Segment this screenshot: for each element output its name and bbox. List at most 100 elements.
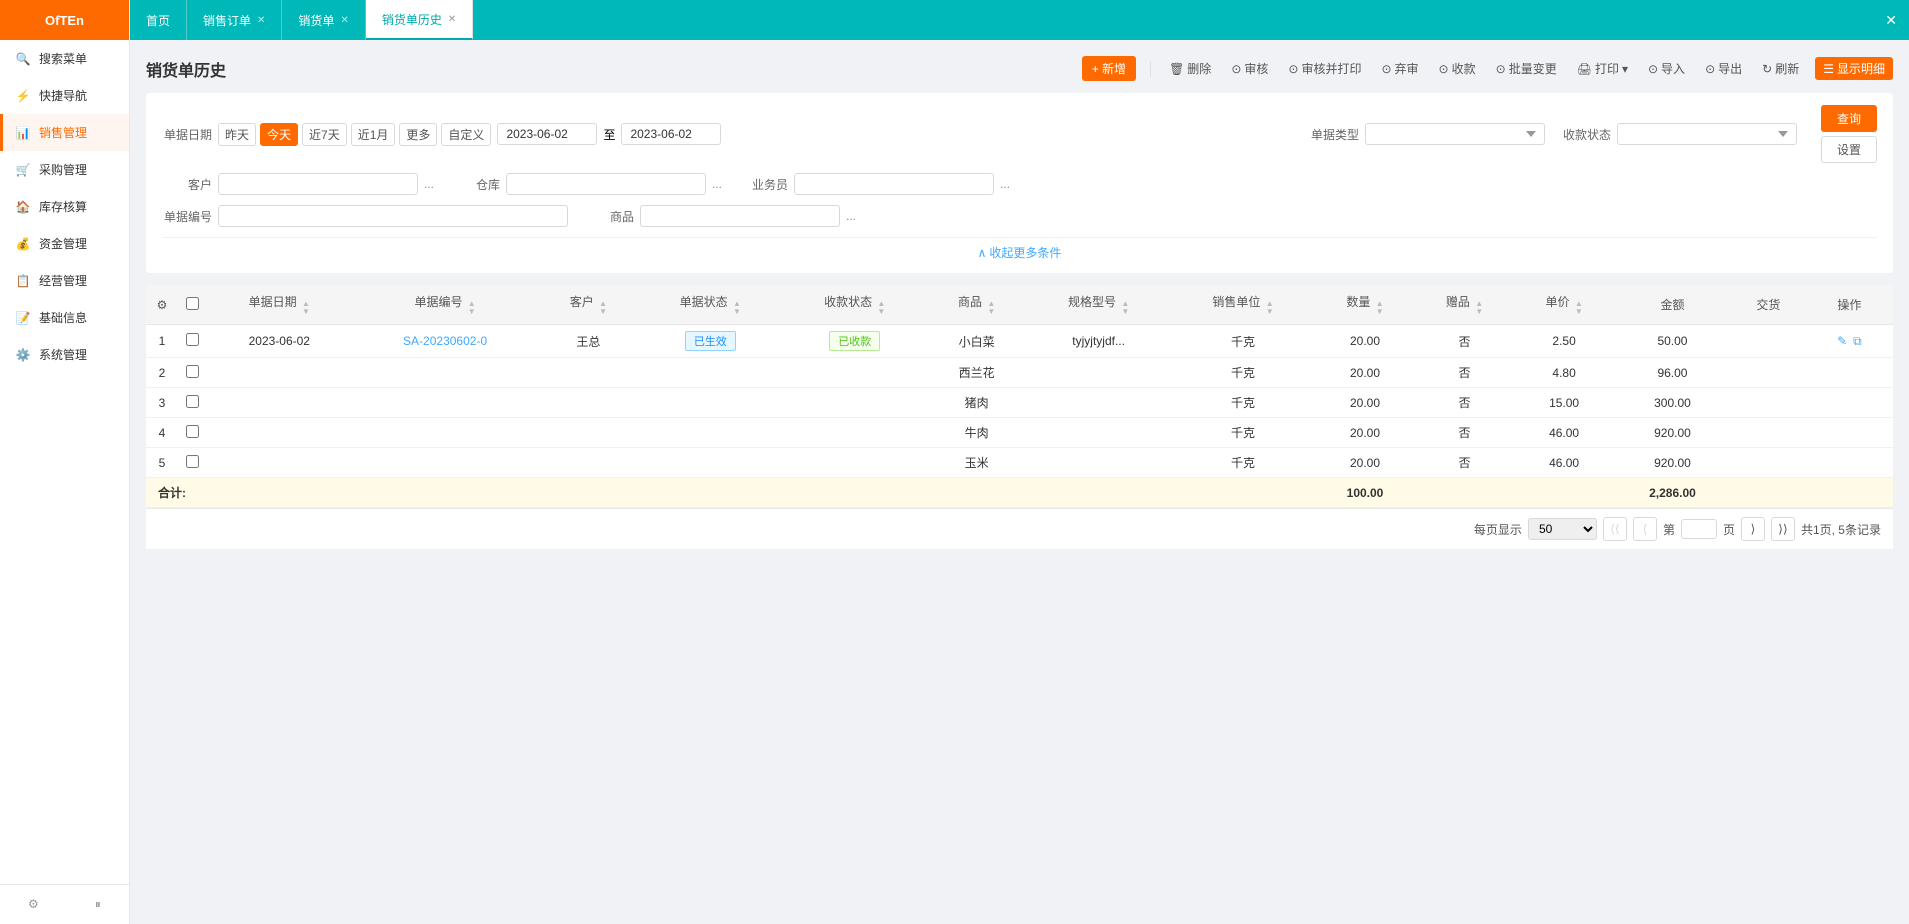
audit-button[interactable]: ⊙ 审核 xyxy=(1227,58,1272,79)
filter-goods-input[interactable] xyxy=(640,205,840,227)
import-button[interactable]: ⊙ 导入 xyxy=(1644,58,1689,79)
sidebar-item-quicknav[interactable]: ⚡ 快捷导航 xyxy=(0,77,129,114)
pagination-last-btn[interactable]: ⟩⟩ xyxy=(1771,517,1795,541)
filter-staff-input[interactable] xyxy=(794,173,994,195)
tab-sales-delivery[interactable]: 销货单 ✕ xyxy=(282,0,365,40)
table-col-unit[interactable]: 销售单位 ▲▼ xyxy=(1171,285,1315,325)
tab-close-sales-order[interactable]: ✕ xyxy=(257,15,265,26)
sidebar-item-search[interactable]: 🔍 搜索菜单 xyxy=(0,40,129,77)
filter-docno-label: 单据编号 xyxy=(162,208,212,225)
filter-staff-ellipsis[interactable]: ... xyxy=(1000,177,1010,191)
table-col-collectstatus[interactable]: 收款状态 ▲▼ xyxy=(783,285,927,325)
sidebar-item-sales[interactable]: 📊 销售管理 xyxy=(0,114,129,151)
table-body: 12023-06-02SA-20230602-0王总已生效已收款小白菜tyjyj… xyxy=(146,325,1893,478)
pagination-prev-btn[interactable]: ⟨ xyxy=(1633,517,1657,541)
query-button[interactable]: 查询 xyxy=(1821,105,1877,132)
filter-customer-input[interactable] xyxy=(218,173,418,195)
table-col-date[interactable]: 单据日期 ▲▼ xyxy=(207,285,352,325)
abandon-button[interactable]: ⊙ 弃审 xyxy=(1377,58,1422,79)
sort-icon-docstatus: ▲▼ xyxy=(733,300,741,316)
filter-customer-ellipsis[interactable]: ... xyxy=(424,177,434,191)
sidebar-item-finance[interactable]: 💰 资金管理 xyxy=(0,225,129,262)
window-close-btn[interactable]: ✕ xyxy=(1873,12,1909,29)
edit-btn[interactable]: ✎ xyxy=(1837,334,1847,348)
sidebar-item-purchase[interactable]: 🛒 采购管理 xyxy=(0,151,129,188)
filter-collapse-btn[interactable]: ∧ 收起更多条件 xyxy=(162,244,1877,261)
page-size-select[interactable]: 50 100 200 xyxy=(1528,518,1597,540)
table-col-goods[interactable]: 商品 ▲▼ xyxy=(927,285,1027,325)
tab-close-sales-history[interactable]: ✕ xyxy=(448,14,456,25)
collect-button[interactable]: ⊙ 收款 xyxy=(1435,58,1480,79)
table-col-spec[interactable]: 规格型号 ▲▼ xyxy=(1026,285,1170,325)
pagination-next-btn[interactable]: ⟩ xyxy=(1741,517,1765,541)
sidebar-item-baseinfo[interactable]: 📝 基础信息 xyxy=(0,299,129,336)
sidebar-item-label: 资金管理 xyxy=(39,235,87,252)
lightning-icon: ⚡ xyxy=(15,88,31,104)
tab-home[interactable]: 首页 xyxy=(130,0,187,40)
delete-button[interactable]: 🗑 删除 xyxy=(1165,58,1215,79)
filter-warehouse-ellipsis[interactable]: ... xyxy=(712,177,722,191)
cell-delivery xyxy=(1731,325,1806,358)
filter-doctype-select[interactable] xyxy=(1365,123,1545,145)
table-col-settings[interactable]: ⚙ xyxy=(146,285,178,325)
sidebar-bottom-btn-right[interactable]: ⏸ xyxy=(91,893,105,916)
refresh-button[interactable]: ↻ 刷新 xyxy=(1758,58,1803,79)
print-button[interactable]: 🖨 打印 ▾ xyxy=(1573,58,1632,79)
table-col-amount[interactable]: 金额 xyxy=(1614,285,1731,325)
cell-delivery xyxy=(1731,448,1806,478)
date-btn-yesterday[interactable]: 昨天 xyxy=(218,123,256,146)
sidebar-item-label: 快捷导航 xyxy=(39,87,87,104)
table-col-unitprice[interactable]: 单价 ▲▼ xyxy=(1514,285,1614,325)
filter-staff-label: 业务员 xyxy=(738,176,788,193)
new-button[interactable]: + 新增 xyxy=(1082,56,1136,81)
filter-collect-status-select[interactable] xyxy=(1617,123,1797,145)
cell-delivery xyxy=(1731,358,1806,388)
table-col-gift[interactable]: 赠品 ▲▼ xyxy=(1415,285,1515,325)
tab-close-sales-delivery[interactable]: ✕ xyxy=(340,15,348,26)
cell-checkbox xyxy=(178,448,207,478)
tab-sales-history[interactable]: 销货单历史 ✕ xyxy=(366,0,473,40)
col-docno-label: 单据编号 xyxy=(414,295,462,309)
table-col-action: 操作 xyxy=(1806,285,1893,325)
table-col-qty[interactable]: 数量 ▲▼ xyxy=(1315,285,1415,325)
sidebar-item-sysmgmt[interactable]: ⚙️ 系统管理 xyxy=(0,336,129,373)
tab-sales-order[interactable]: 销售订单 ✕ xyxy=(187,0,282,40)
export-button[interactable]: ⊙ 导出 xyxy=(1701,58,1746,79)
data-table-container: ⚙ 单据日期 ▲▼ 单据编号 ▲▼ 客户 ▲▼ xyxy=(146,285,1893,508)
collect-icon: ⊙ xyxy=(1439,62,1449,76)
select-all-checkbox[interactable] xyxy=(186,297,199,310)
table-col-docstatus[interactable]: 单据状态 ▲▼ xyxy=(638,285,782,325)
cell-amount: 920.00 xyxy=(1614,448,1731,478)
cell-checkbox xyxy=(178,388,207,418)
date-from-input[interactable] xyxy=(497,123,597,145)
table-col-customer[interactable]: 客户 ▲▼ xyxy=(539,285,639,325)
sidebar-bottom-btn-left[interactable]: ⚙ xyxy=(24,893,43,916)
filter-goods-ellipsis[interactable]: ... xyxy=(846,209,856,223)
cell-seq: 1 xyxy=(146,325,178,358)
date-btn-more[interactable]: 更多 xyxy=(399,123,437,146)
date-btn-today[interactable]: 今天 xyxy=(260,123,298,146)
settings-button[interactable]: 设置 xyxy=(1821,136,1877,163)
sidebar-item-label: 销售管理 xyxy=(39,124,87,141)
table-col-docno[interactable]: 单据编号 ▲▼ xyxy=(352,285,539,325)
date-btn-custom[interactable]: 自定义 xyxy=(441,123,491,146)
copy-btn[interactable]: ⧉ xyxy=(1853,334,1862,348)
cell-gift: 否 xyxy=(1415,358,1515,388)
sort-icon-unit: ▲▼ xyxy=(1266,300,1274,316)
sidebar-item-inventory[interactable]: 🏠 库存核算 xyxy=(0,188,129,225)
filter-docno-item: 单据编号 xyxy=(162,205,568,227)
pagination-page-input[interactable]: 1 xyxy=(1681,519,1717,539)
filter-docno-input[interactable] xyxy=(218,205,568,227)
pagination-first-btn[interactable]: ⟨⟨ xyxy=(1603,517,1627,541)
audit-print-button[interactable]: ⊙ 审核并打印 xyxy=(1284,58,1365,79)
date-btn-1month[interactable]: 近1月 xyxy=(351,123,396,146)
sidebar-item-operations[interactable]: 📋 经营管理 xyxy=(0,262,129,299)
sidebar-item-label: 采购管理 xyxy=(39,161,87,178)
batch-change-button[interactable]: ⊙ 批量变更 xyxy=(1492,58,1561,79)
date-btn-7days[interactable]: 近7天 xyxy=(302,123,347,146)
filter-warehouse-input[interactable] xyxy=(506,173,706,195)
cell-amount: 920.00 xyxy=(1614,418,1731,448)
date-to-input[interactable] xyxy=(621,123,721,145)
table-col-delivery[interactable]: 交货 xyxy=(1731,285,1806,325)
show-detail-button[interactable]: ☰ 显示明细 xyxy=(1815,57,1893,80)
